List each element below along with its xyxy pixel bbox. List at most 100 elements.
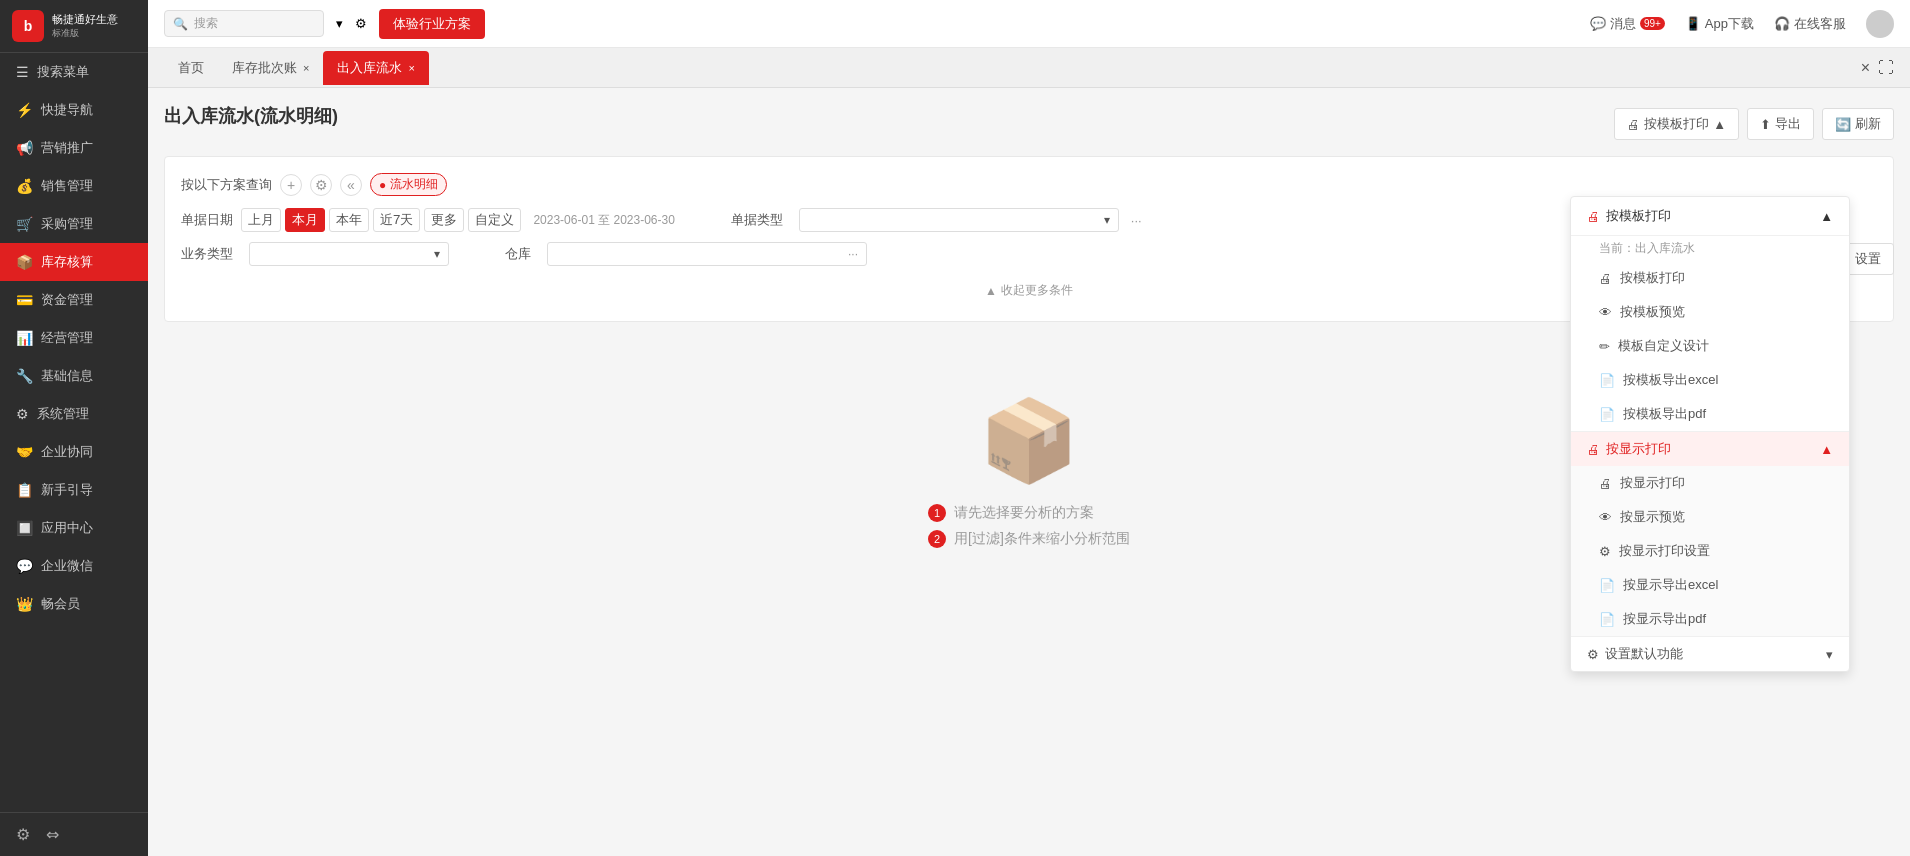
display-collapse-icon[interactable]: ▲ (1820, 442, 1833, 457)
search-label: 按以下方案查询 (181, 176, 272, 194)
tab-出入库流水[interactable]: 出入库流水× (323, 51, 428, 85)
item-icon: 📄 (1599, 407, 1615, 422)
item-label: 按显示导出excel (1623, 576, 1718, 594)
online-service-icon: 🎧 (1774, 16, 1790, 31)
message-item[interactable]: 💬 消息 99+ (1590, 15, 1665, 33)
sidebar-label-wechat: 企业微信 (41, 557, 93, 575)
warehouse-select[interactable]: ··· (547, 242, 867, 266)
industry-btn[interactable]: 体验行业方案 (379, 9, 485, 39)
display-print-item[interactable]: 🖨 按显示打印 (1571, 466, 1849, 500)
sidebar-item-system[interactable]: ⚙系统管理 (0, 395, 148, 433)
search-active-tag[interactable]: ● 流水明细 (370, 173, 447, 196)
type-label: 单据类型 (731, 211, 783, 229)
date-btn-更多[interactable]: 更多 (424, 208, 464, 232)
warehouse-label: 仓库 (505, 245, 531, 263)
sidebar-item-sales[interactable]: 💰销售管理 (0, 167, 148, 205)
sidebar-icon-finance: 💳 (16, 292, 33, 308)
sidebar-item-marketing[interactable]: 📢营销推广 (0, 129, 148, 167)
display-print-label: 按显示打印 (1606, 440, 1671, 458)
refresh-btn[interactable]: 🔄 刷新 (1822, 108, 1894, 140)
sidebar-item-purchase[interactable]: 🛒采购管理 (0, 205, 148, 243)
display-preview-item[interactable]: 👁 按显示预览 (1571, 500, 1849, 534)
dropdown-footer[interactable]: ⚙ 设置默认功能 ▾ (1571, 637, 1849, 671)
export-btn[interactable]: ⬆ 导出 (1747, 108, 1814, 140)
date-btn-本月[interactable]: 本月 (285, 208, 325, 232)
search-settings-btn[interactable]: ⚙ (310, 174, 332, 196)
dropdown-up-icon[interactable]: ▲ (1820, 209, 1833, 224)
sidebar-item-finance[interactable]: 💳资金管理 (0, 281, 148, 319)
date-field: 单据日期 上月本月本年近7天更多自定义 2023-06-01 至 2023-06… (181, 208, 675, 232)
display-print-settings-item[interactable]: ⚙ 按显示打印设置 (1571, 534, 1849, 568)
topbar-settings-icon[interactable]: ⚙ (355, 16, 367, 31)
sidebar-item-cooperation[interactable]: 🤝企业协同 (0, 433, 148, 471)
close-window-icon[interactable]: × (1861, 59, 1870, 77)
item-icon: ⚙ (1599, 544, 1611, 559)
item-label: 按模板打印 (1620, 269, 1685, 287)
sidebar-label-purchase: 采购管理 (41, 215, 93, 233)
sidebar-item-app-center[interactable]: 🔲应用中心 (0, 509, 148, 547)
expand-window-icon[interactable]: ⛶ (1878, 59, 1894, 77)
export-label: 导出 (1775, 115, 1801, 133)
sidebar-item-quick-nav[interactable]: ⚡快捷导航 (0, 91, 148, 129)
tab-库存批次账[interactable]: 库存批次账× (218, 51, 323, 85)
item-icon: 📄 (1599, 612, 1615, 627)
display-excel-item[interactable]: 📄 按显示导出excel (1571, 568, 1849, 602)
print-template-btn[interactable]: 🖨 按模板打印 ▲ (1614, 108, 1739, 140)
sidebar-icon-member: 👑 (16, 596, 33, 612)
sidebar-label-member: 畅会员 (41, 595, 80, 613)
date-btn-本年[interactable]: 本年 (329, 208, 369, 232)
template-pdf-item[interactable]: 📄 按模板导出pdf (1571, 397, 1849, 431)
online-service-label: 在线客服 (1794, 15, 1846, 33)
online-service-item[interactable]: 🎧 在线客服 (1774, 15, 1846, 33)
close-tab-icon[interactable]: × (303, 62, 309, 74)
collapse-arrow: ▲ (985, 284, 997, 298)
topbar-dropdown-icon[interactable]: ▾ (336, 16, 343, 31)
settings-icon[interactable]: ⚙ (16, 825, 30, 844)
message-label: 消息 (1610, 15, 1636, 33)
sidebar-item-operation[interactable]: 📊经营管理 (0, 319, 148, 357)
topbar-search[interactable]: 🔍 搜索 (164, 10, 324, 37)
date-btn-上月[interactable]: 上月 (241, 208, 281, 232)
business-type-select[interactable]: ▾ (249, 242, 449, 266)
date-btn-自定义[interactable]: 自定义 (468, 208, 521, 232)
sidebar-label-operation: 经营管理 (41, 329, 93, 347)
sidebar-item-guide[interactable]: 📋新手引导 (0, 471, 148, 509)
empty-step-2: 2 用[过滤]条件来缩小分析范围 (928, 530, 1130, 548)
sidebar-item-search-menu[interactable]: ☰搜索菜单 (0, 53, 148, 91)
refresh-icon: 🔄 (1835, 117, 1851, 132)
tab-首页[interactable]: 首页 (164, 51, 218, 85)
display-print-header[interactable]: 🖨 按显示打印 ▲ (1571, 432, 1849, 466)
sidebar-item-inventory[interactable]: 📦库存核算 (0, 243, 148, 281)
sidebar-item-basic[interactable]: 🔧基础信息 (0, 357, 148, 395)
date-btn-近7天[interactable]: 近7天 (373, 208, 420, 232)
type-select[interactable]: ▾ (799, 208, 1119, 232)
avatar[interactable] (1866, 10, 1894, 38)
expand-icon[interactable]: ⇔ (46, 825, 59, 844)
footer-label: 设置默认功能 (1605, 645, 1683, 663)
sidebar-item-wechat[interactable]: 💬企业微信 (0, 547, 148, 585)
print-template-label: 按模板打印 (1644, 115, 1709, 133)
tag-label: 流水明细 (390, 176, 438, 193)
close-tab-icon[interactable]: × (408, 62, 414, 74)
template-items: 🖨 按模板打印 👁 按模板预览 ✏ 模板自定义设计 📄 按模板导出excel (1571, 261, 1849, 431)
template-excel-item[interactable]: 📄 按模板导出excel (1571, 363, 1849, 397)
display-pdf-item[interactable]: 📄 按显示导出pdf (1571, 602, 1849, 636)
sidebar-item-member[interactable]: 👑 畅会员 (0, 585, 148, 623)
date-label: 单据日期 (181, 211, 233, 229)
message-icon: 💬 (1590, 16, 1606, 31)
app-download-item[interactable]: 📱 App下载 (1685, 15, 1754, 33)
sidebar-icon-basic: 🔧 (16, 368, 33, 384)
tabs-bar: 首页库存批次账×出入库流水× × ⛶ (148, 48, 1910, 88)
template-preview-item[interactable]: 👁 按模板预览 (1571, 295, 1849, 329)
app-name-block: 畅捷通好生意 标准版 (52, 12, 118, 40)
warehouse-more-icon[interactable]: ··· (848, 247, 858, 261)
type-more-icon[interactable]: ··· (1131, 213, 1142, 228)
template-print-item[interactable]: 🖨 按模板打印 (1571, 261, 1849, 295)
add-search-btn[interactable]: + (280, 174, 302, 196)
export-icon: ⬆ (1760, 117, 1771, 132)
item-label: 模板自定义设计 (1618, 337, 1709, 355)
sidebar-label-search-menu: 搜索菜单 (37, 63, 89, 81)
template-design-item[interactable]: ✏ 模板自定义设计 (1571, 329, 1849, 363)
search-collapse-btn[interactable]: « (340, 174, 362, 196)
item-label: 按模板预览 (1620, 303, 1685, 321)
